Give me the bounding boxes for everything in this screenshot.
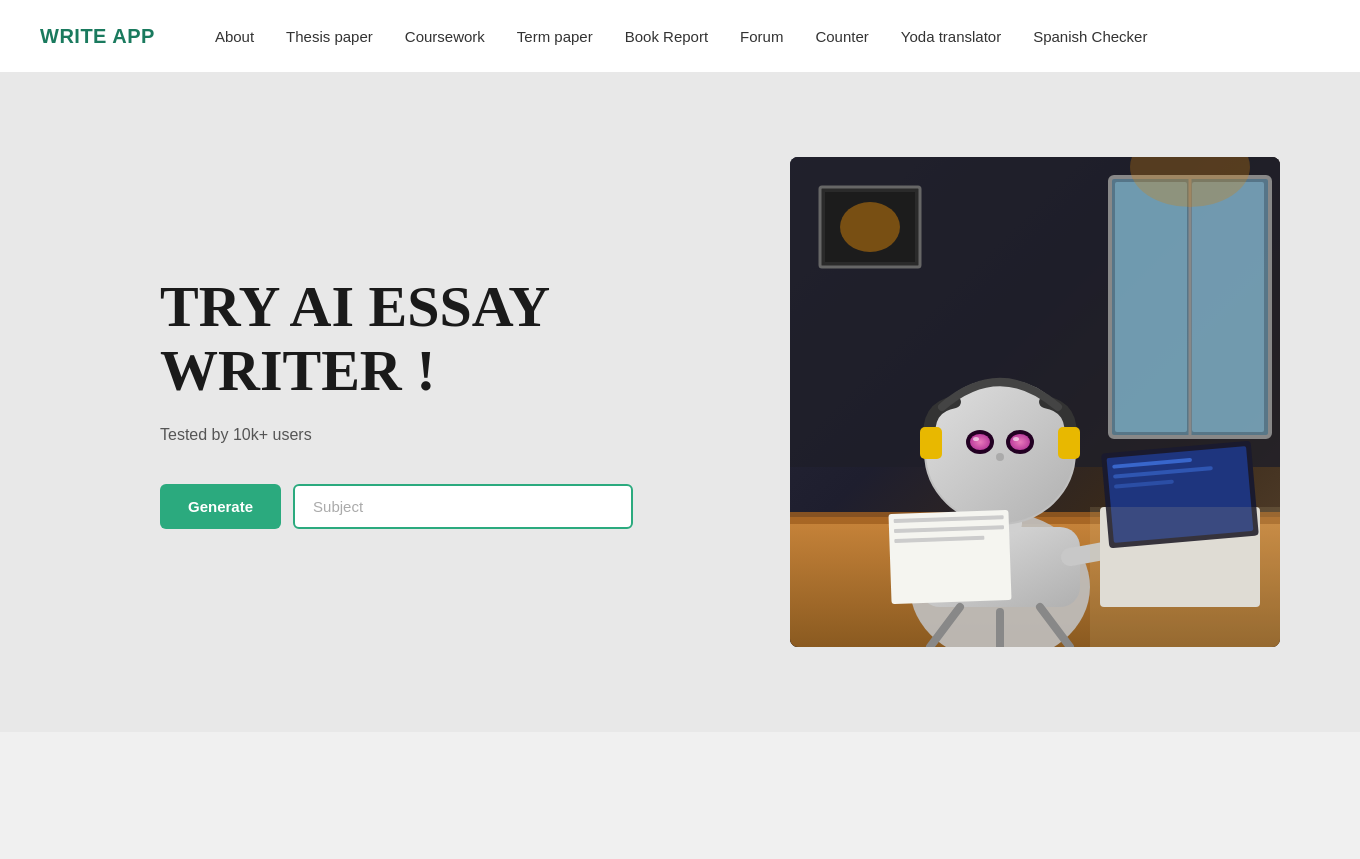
main-nav: About Thesis paper Coursework Term paper Boo… — [215, 28, 1148, 45]
svg-point-9 — [840, 202, 900, 252]
site-logo[interactable]: WRITE APP — [40, 25, 155, 48]
hero-robot-image — [790, 157, 1280, 647]
generate-button[interactable]: Generate — [160, 484, 281, 529]
nav-item-term-paper[interactable]: Term paper — [517, 28, 593, 45]
svg-point-23 — [973, 437, 979, 441]
nav-item-spanish-checker[interactable]: Spanish Checker — [1033, 28, 1147, 45]
svg-rect-18 — [1058, 427, 1080, 459]
svg-rect-17 — [920, 427, 942, 459]
nav-item-thesis-paper[interactable]: Thesis paper — [286, 28, 373, 45]
svg-point-25 — [996, 453, 1004, 461]
below-hero — [0, 732, 1360, 859]
hero-subtitle: Tested by 10k+ users — [160, 426, 633, 444]
nav-item-forum[interactable]: Forum — [740, 28, 783, 45]
subject-input[interactable] — [293, 484, 633, 529]
site-header: WRITE APP About Thesis paper Coursework Ter… — [0, 0, 1360, 72]
nav-item-yoda-translator[interactable]: Yoda translator — [901, 28, 1001, 45]
robot-illustration — [790, 157, 1280, 647]
nav-item-coursework[interactable]: Coursework — [405, 28, 485, 45]
svg-rect-4 — [1192, 182, 1264, 432]
svg-rect-3 — [1115, 182, 1187, 432]
svg-point-22 — [1010, 434, 1030, 450]
hero-section: TRY AI ESSAY WRITER ! Tested by 10k+ use… — [0, 72, 1360, 732]
svg-rect-41 — [1090, 507, 1280, 647]
hero-content: TRY AI ESSAY WRITER ! Tested by 10k+ use… — [160, 275, 633, 530]
hero-title: TRY AI ESSAY WRITER ! — [160, 275, 633, 403]
svg-rect-33 — [888, 510, 1011, 604]
nav-item-counter[interactable]: Counter — [815, 28, 868, 45]
nav-item-about[interactable]: About — [215, 28, 254, 45]
svg-point-21 — [970, 434, 990, 450]
hero-form: Generate — [160, 484, 633, 529]
svg-point-24 — [1013, 437, 1019, 441]
nav-item-book-report[interactable]: Book Report — [625, 28, 708, 45]
